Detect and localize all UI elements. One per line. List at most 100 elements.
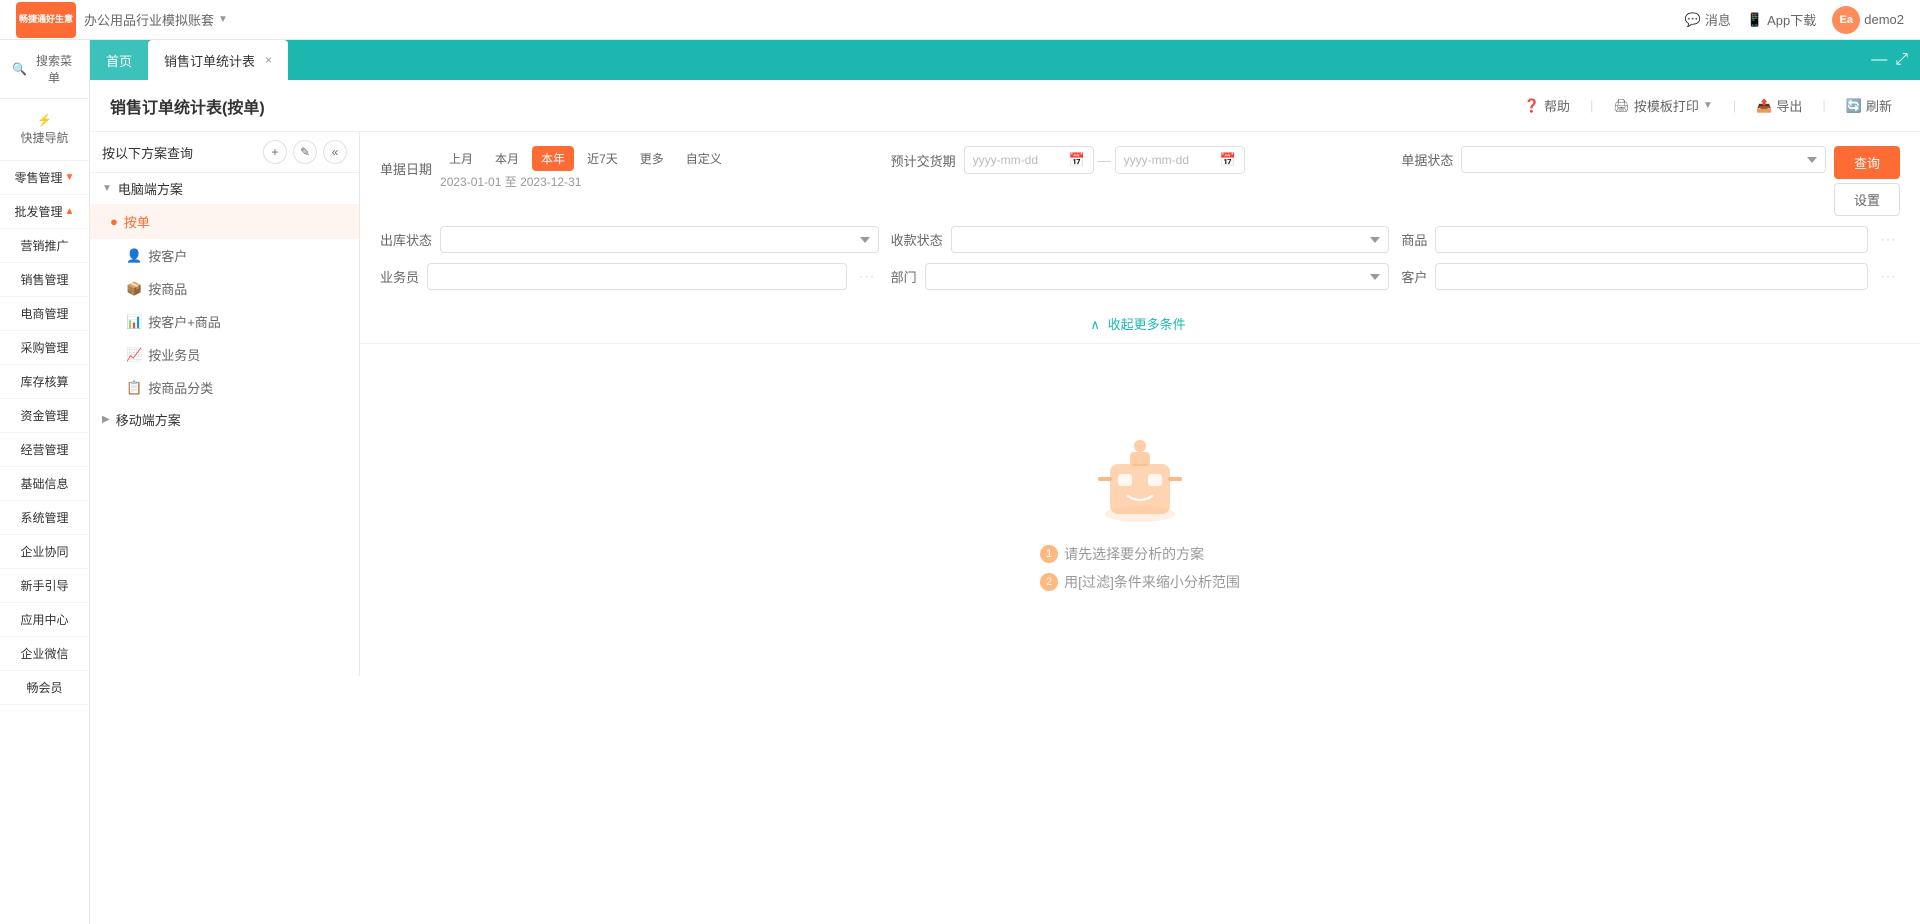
app-download-button[interactable]: 📱 App下载 xyxy=(1747,10,1816,29)
delivery-label: 出库状态 xyxy=(380,230,432,249)
salesperson-input[interactable] xyxy=(427,263,847,290)
filter-bill-status-area: 单据状态 查询 xyxy=(1401,146,1900,216)
print-label: 按模板打印 xyxy=(1634,96,1699,115)
search-icon: 🔍 xyxy=(12,62,27,76)
export-label: 导出 xyxy=(1776,96,1802,115)
scheme-item-by-customer[interactable]: 👤 按客户 xyxy=(90,239,359,272)
department-select[interactable] xyxy=(925,263,1390,290)
sidebar-item-enterprise[interactable]: 企业协同 xyxy=(0,535,89,569)
sidebar-item-purchase[interactable]: 采购管理 xyxy=(0,331,89,365)
ecommerce-label: 电商管理 xyxy=(20,307,68,321)
avatar: Ea xyxy=(1832,6,1860,34)
bill-status-select[interactable] xyxy=(1461,146,1826,173)
filter-goods: 商品 ··· xyxy=(1401,226,1900,253)
sidebar-item-marketing[interactable]: 营销推广 xyxy=(0,229,89,263)
sidebar-item-ecommerce[interactable]: 电商管理 xyxy=(0,297,89,331)
page-inner: 销售订单统计表(按单) ❓ 帮助 | 🖨 按模板打印 ▼ | xyxy=(90,80,1920,924)
user-menu[interactable]: Ea demo2 xyxy=(1832,6,1904,34)
print-button[interactable]: 🖨 按模板打印 ▼ xyxy=(1605,92,1720,119)
date-tab-this-year[interactable]: 本年 xyxy=(532,146,574,171)
date-controls: 上月 本月 本年 近7天 更多 自定义 2023-0 xyxy=(440,146,879,190)
date-tab-custom[interactable]: 自定义 xyxy=(677,146,731,171)
salesperson-more-icon[interactable]: ··· xyxy=(855,268,879,286)
calendar-start-icon: 📅 xyxy=(1068,152,1084,168)
page-actions: ❓ 帮助 | 🖨 按模板打印 ▼ | 📤 导出 xyxy=(1516,92,1900,119)
expected-date-end[interactable]: yyyy-mm-dd 📅 xyxy=(1115,146,1245,174)
search-menu-button[interactable]: 🔍 搜索菜单 xyxy=(8,48,81,90)
tab-sales-order[interactable]: 销售订单统计表 × xyxy=(148,40,288,80)
content-area: 首页 销售订单统计表 × — ⤢ 销售订单统计表(按单) ❓ xyxy=(90,40,1920,924)
sidebar-item-wholesale[interactable]: 批发管理 ▲ xyxy=(0,195,89,229)
salesperson-label: 业务员 xyxy=(380,267,419,286)
goods-more-icon[interactable]: ··· xyxy=(1876,231,1900,249)
date-tab-7days[interactable]: 近7天 xyxy=(578,146,627,171)
scheme-item-by-order[interactable]: ● 按单 xyxy=(90,204,359,239)
scheme-item-by-salesperson[interactable]: 📈 按业务员 xyxy=(90,338,359,371)
salesperson-scheme-label: 按业务员 xyxy=(148,345,200,364)
sidebar-item-appcenter[interactable]: 应用中心 xyxy=(0,603,89,637)
expected-date-start[interactable]: yyyy-mm-dd 📅 xyxy=(964,146,1094,174)
date-label: 单据日期 xyxy=(380,159,432,178)
payment-status-select[interactable] xyxy=(951,226,1390,253)
customer-goods-scheme-icon: 📊 xyxy=(126,314,142,330)
sidebar-item-newuser[interactable]: 新手引导 xyxy=(0,569,89,603)
settings-button[interactable]: 设置 xyxy=(1834,183,1900,216)
logo-text: 畅捷通好生意 xyxy=(19,14,73,26)
message-button[interactable]: 💬 消息 xyxy=(1685,10,1731,29)
refresh-icon: 🔄 xyxy=(1846,98,1862,114)
date-tab-last-month[interactable]: 上月 xyxy=(440,146,482,171)
sidebar-item-basic[interactable]: 基础信息 xyxy=(0,467,89,501)
sidebar-item-retail[interactable]: 零售管理 ▼ xyxy=(0,161,89,195)
app-download-label: App下载 xyxy=(1767,10,1816,29)
salesperson-scheme-icon: 📈 xyxy=(126,347,142,363)
marketing-label: 营销推广 xyxy=(20,239,68,253)
collapse-panel-button[interactable]: « xyxy=(323,140,347,164)
add-scheme-button[interactable]: + xyxy=(263,140,287,164)
customer-input[interactable] xyxy=(1435,263,1868,290)
sidebar-item-member[interactable]: 畅会员 xyxy=(0,671,89,705)
export-button[interactable]: 📤 导出 xyxy=(1748,92,1810,119)
scheme-item-by-goods-category[interactable]: 📋 按商品分类 xyxy=(90,371,359,404)
settings-label: 设置 xyxy=(1854,193,1880,208)
collapse-filters-button[interactable]: ∧ 收起更多条件 xyxy=(360,304,1920,344)
filter-customer: 客户 ··· xyxy=(1401,263,1900,290)
topbar: 畅捷通好生意 办公用品行业模拟账套 ▼ 💬 消息 📱 App下载 Ea demo… xyxy=(0,0,1920,40)
quick-nav-section: ⚡ 快捷导航 xyxy=(0,99,89,161)
sidebar-item-finance[interactable]: 资金管理 xyxy=(0,399,89,433)
goods-input[interactable] xyxy=(1435,226,1868,253)
filter-department: 部门 xyxy=(891,263,1390,290)
scheme-item-by-customer-goods[interactable]: 📊 按客户+商品 xyxy=(90,305,359,338)
sidebar-item-system[interactable]: 系统管理 xyxy=(0,501,89,535)
newuser-label: 新手引导 xyxy=(20,579,68,593)
pc-group-header[interactable]: ▼ 电脑端方案 xyxy=(90,173,359,204)
goods-category-scheme-icon: 📋 xyxy=(126,380,142,396)
print-icon: 🖨 xyxy=(1613,98,1630,114)
help-button[interactable]: ❓ 帮助 xyxy=(1516,92,1578,119)
sidebar-item-wechat[interactable]: 企业微信 xyxy=(0,637,89,671)
help-label: 帮助 xyxy=(1544,96,1570,115)
mobile-group-header[interactable]: ▶ 移动端方案 xyxy=(90,404,359,435)
edit-scheme-button[interactable]: ✎ xyxy=(293,140,317,164)
date-end-placeholder: yyyy-mm-dd xyxy=(1124,153,1189,167)
delivery-status-select[interactable] xyxy=(440,226,879,253)
scheme-item-by-goods[interactable]: 📦 按商品 xyxy=(90,272,359,305)
customer-more-icon[interactable]: ··· xyxy=(1876,268,1900,286)
date-tab-this-month[interactable]: 本月 xyxy=(486,146,528,171)
workspace-selector[interactable]: 办公用品行业模拟账套 ▼ xyxy=(84,10,228,29)
calendar-end-icon: 📅 xyxy=(1219,152,1235,168)
window-maximize-icon[interactable]: ⤢ xyxy=(1895,51,1908,69)
tab-home[interactable]: 首页 xyxy=(90,40,148,80)
tab-close-icon[interactable]: × xyxy=(265,53,272,67)
refresh-button[interactable]: 🔄 刷新 xyxy=(1838,92,1900,119)
date-tab-more[interactable]: 更多 xyxy=(631,146,673,171)
sidebar-item-quick-nav[interactable]: ⚡ 快捷导航 xyxy=(0,105,89,154)
date-start-placeholder: yyyy-mm-dd xyxy=(973,153,1038,167)
window-minimize-icon[interactable]: — xyxy=(1871,51,1887,69)
panel-toolbar: 按以下方案查询 + ✎ « xyxy=(90,132,359,173)
sidebar-item-sales[interactable]: 销售管理 xyxy=(0,263,89,297)
sidebar-item-inventory[interactable]: 库存核算 xyxy=(0,365,89,399)
search-button[interactable]: 查询 xyxy=(1834,146,1900,179)
purchase-label: 采购管理 xyxy=(20,341,68,355)
filter-row-3: 业务员 ··· 部门 xyxy=(360,253,1920,290)
sidebar-item-operations[interactable]: 经营管理 xyxy=(0,433,89,467)
